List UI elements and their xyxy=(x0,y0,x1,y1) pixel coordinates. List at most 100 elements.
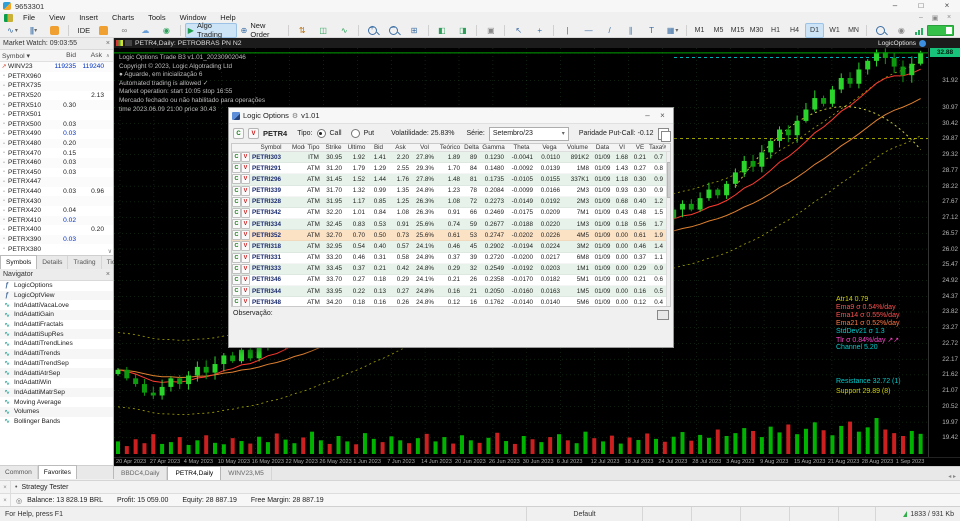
menu-item-file[interactable]: File xyxy=(16,13,42,22)
header-ask[interactable]: Ask xyxy=(389,144,412,151)
depth-of-market-button[interactable]: ◫ xyxy=(314,24,333,37)
market-watch-row[interactable]: • PETRX960 xyxy=(0,72,113,82)
buy-call-button[interactable]: C xyxy=(232,174,241,185)
put-radio-label[interactable]: Put xyxy=(364,130,375,137)
market-watch-row[interactable]: • PETRX500 0.03 xyxy=(0,119,113,130)
sell-put-button[interactable]: V xyxy=(241,274,250,285)
indicator-window-button[interactable]: ◨ xyxy=(453,24,472,37)
header-vol[interactable]: Vol xyxy=(412,144,437,151)
header-modo[interactable]: Modo xyxy=(292,144,305,151)
sell-put-button[interactable]: V xyxy=(241,263,250,274)
navigator-item-logicoptview[interactable]: ƒ LogicOptView xyxy=(0,290,113,301)
scroll-up-icon[interactable]: ∧ xyxy=(104,53,112,59)
market-watch-row[interactable]: • PETRX460 0.03 xyxy=(0,157,113,168)
child-close-button[interactable]: × xyxy=(942,14,956,22)
menu-item-charts[interactable]: Charts xyxy=(105,13,141,22)
navigator-item-indadattitrendsep[interactable]: ∿ IndAdattiTrendSep xyxy=(0,359,113,369)
sell-put-button[interactable]: V xyxy=(241,219,250,230)
option-row[interactable]: C V PETRI339 ATM 31.70 1.32 0.99 1.35 24.8% 1.23 7… xyxy=(232,185,666,197)
link-charts-button[interactable]: ∞ xyxy=(115,24,134,37)
tick-chart-button[interactable]: ∿ xyxy=(335,24,354,37)
buy-call-button[interactable]: C xyxy=(232,207,241,218)
header-data[interactable]: Data xyxy=(592,144,613,151)
market-watch-row[interactable]: • PETRX735 xyxy=(0,81,113,91)
market-watch-close-icon[interactable]: × xyxy=(106,40,110,47)
column-ask[interactable]: Ask xyxy=(78,52,104,59)
crosshair-button[interactable]: + xyxy=(530,24,549,37)
market-watch-row[interactable]: • PETRX390 0.03 xyxy=(0,234,113,245)
option-row[interactable]: C V PETRI334 ATM 32.45 0.83 0.53 0.91 25.6% 0.74 5… xyxy=(232,219,666,231)
sell-put-button[interactable]: V xyxy=(241,230,250,241)
table-scrollbar[interactable]: ▲ ▼ xyxy=(666,152,670,306)
sell-put-button[interactable]: V xyxy=(241,286,250,297)
buy-call-button[interactable]: C xyxy=(232,286,241,297)
timeframe-d1[interactable]: D1 xyxy=(805,22,825,38)
option-row[interactable]: C V PETRI303 ITM 30.95 1.92 1.41 2.20 27.8% 1.89 8… xyxy=(232,152,666,164)
option-row[interactable]: C V PETRI318 ATM 32.95 0.54 0.40 0.57 24.1% 0.46 4… xyxy=(232,241,666,253)
dialog-titlebar[interactable]: Logic Options ⚙ v1.01 – × xyxy=(229,108,673,124)
option-row[interactable]: C V PETRI328 ATM 31.95 1.17 0.85 1.25 26.3% 1.08 7… xyxy=(232,196,666,208)
header-taxa-[interactable]: Taxa% xyxy=(649,144,666,151)
menu-item-view[interactable]: View xyxy=(42,13,72,22)
profile-cell[interactable]: Default xyxy=(526,507,642,521)
sell-put-button[interactable]: V xyxy=(241,207,250,218)
market-watch-row[interactable]: • PETRX510 0.30 xyxy=(0,100,113,110)
timeframe-m15[interactable]: M15 xyxy=(729,24,746,37)
chart-restore-icon[interactable] xyxy=(125,40,132,46)
sell-put-button[interactable]: V xyxy=(241,241,250,252)
navigator-item-logicoptions[interactable]: ƒ LogicOptions xyxy=(0,281,113,291)
market-watch-row[interactable]: • PETRX501 xyxy=(0,110,113,120)
sell-put-button[interactable]: V xyxy=(241,163,250,174)
header-volume[interactable]: Volume xyxy=(563,144,592,151)
timeframe-h4[interactable]: H4 xyxy=(786,24,803,37)
header-theta[interactable]: Theta xyxy=(507,144,536,151)
market-watch-row[interactable]: ↗ WINV23 119235 119240 xyxy=(0,62,113,72)
header--ltimo[interactable]: Último xyxy=(345,144,368,151)
horizontal-line-button[interactable]: — xyxy=(579,24,598,37)
chart-tab-petr4-daily[interactable]: PETR4,Daily xyxy=(167,466,222,480)
header-symbol[interactable]: Symbol xyxy=(250,144,292,151)
option-row[interactable]: C V PETRI333 ATM 33.45 0.37 0.21 0.42 24.8% 0.29 3… xyxy=(232,263,666,275)
column-symbol[interactable]: Symbol ▾ xyxy=(0,52,48,60)
trendline-button[interactable]: / xyxy=(600,24,619,37)
cloud-button[interactable]: ☁ xyxy=(136,24,155,37)
buy-call-button[interactable]: C xyxy=(232,252,241,263)
price-axis[interactable]: 32.8731.9230.9730.4229.8729.3228.7728.22… xyxy=(928,48,960,457)
dialog-minimize-button[interactable]: – xyxy=(640,111,655,120)
close-button[interactable]: × xyxy=(934,0,960,12)
cursor-button[interactable]: ↖ xyxy=(509,24,528,37)
navigator-item-indadattisupres[interactable]: ∿ IndAdattiSupRes xyxy=(0,329,113,340)
option-row[interactable]: C V PETRI342 ATM 32.20 1.01 0.84 1.08 26.3% 0.91 6… xyxy=(232,207,666,220)
zoom-out-button[interactable]: − xyxy=(384,24,403,37)
put-column-button[interactable]: V xyxy=(248,128,259,139)
market-watch-row[interactable]: • PETRX480 0.20 xyxy=(0,138,113,149)
serie-select[interactable]: Setembro/23 ▾ xyxy=(488,126,569,141)
market-watch-row[interactable]: • PETRX420 0.04 xyxy=(0,206,113,216)
header-delta[interactable]: Delta xyxy=(463,144,480,151)
buy-call-button[interactable]: C xyxy=(232,230,241,241)
sell-put-button[interactable]: V xyxy=(241,152,250,163)
algo-trading-button[interactable]: ▶ Algo Trading xyxy=(184,21,237,39)
market-watch-row[interactable]: • PETRX450 0.03 xyxy=(0,168,113,178)
header-te-rico[interactable]: Teórico xyxy=(437,144,463,151)
timeframe-mn[interactable]: MN xyxy=(845,24,862,37)
menu-item-tools[interactable]: Tools xyxy=(141,13,173,22)
child-minimize-button[interactable]: – xyxy=(914,14,928,22)
navigator-item-indadattitrendlines[interactable]: ∿ IndAdattiTrendLines xyxy=(0,339,113,349)
column-bid[interactable]: Bid xyxy=(48,52,78,59)
tab-symbols[interactable]: Symbols xyxy=(0,255,38,269)
tab-trading[interactable]: Trading xyxy=(68,256,102,269)
timeframe-w1[interactable]: W1 xyxy=(826,24,843,37)
header-bid[interactable]: Bid xyxy=(368,144,389,151)
option-row[interactable]: C V PETRI296 ATM 31.45 1.52 1.44 1.76 27.8% 1.48 8… xyxy=(232,174,666,186)
header-tipo[interactable]: Tipo xyxy=(305,144,322,151)
text-button[interactable]: T xyxy=(642,24,661,37)
zoom-in-button[interactable]: + xyxy=(363,24,382,37)
child-restore-button[interactable]: ▣ xyxy=(928,14,942,22)
timeframe-m30[interactable]: M30 xyxy=(748,24,765,37)
header-vega[interactable]: Vega xyxy=(536,144,563,151)
community-button[interactable]: ◉ xyxy=(157,24,176,37)
market-watch-row[interactable]: • PETRX490 0.03 xyxy=(0,129,113,139)
buy-call-button[interactable]: C xyxy=(232,196,241,207)
chart-tab-winv23-m5[interactable]: WINV23,M5 xyxy=(221,467,272,480)
